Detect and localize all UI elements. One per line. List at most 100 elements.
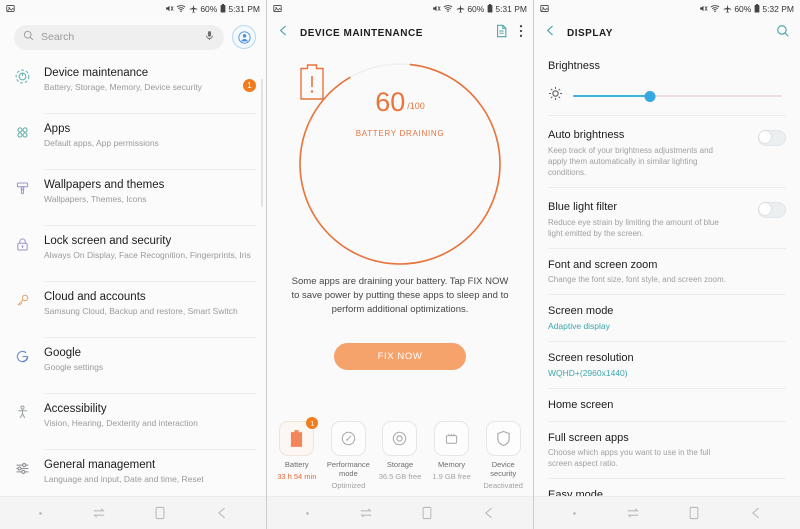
three-phone-screenshots: 60% 5:31 PM Search Device maintenance Ba…	[0, 0, 800, 529]
device-maintenance-body: 60/100 BATTERY DRAINING Some apps are dr…	[267, 49, 533, 496]
back-chevron-icon[interactable]	[544, 24, 557, 42]
tab-value: 33 h 54 min	[277, 472, 317, 481]
tab-battery[interactable]: 1 Battery 33 h 54 min	[273, 417, 321, 490]
settings-item-subtitle: Language and input, Date and time, Reset	[44, 474, 204, 484]
clock-1: 5:31 PM	[228, 3, 260, 14]
memory-chip-icon	[445, 433, 458, 444]
settings-item-subtitle: Default apps, App permissions	[44, 138, 159, 148]
lock-icon	[0, 234, 44, 253]
tab-icon-box[interactable]	[485, 421, 521, 456]
settings-list[interactable]: Device maintenance Battery, Storage, Mem…	[0, 57, 266, 496]
display-item-blue-light-filter[interactable]: Blue light filter Reduce eye strain by l…	[534, 187, 800, 248]
slider-knob[interactable]	[644, 90, 656, 102]
display-item-brightness[interactable]: Brightness	[534, 49, 800, 115]
tab-icon-box[interactable]	[434, 421, 470, 456]
overflow-menu-icon[interactable]	[519, 24, 523, 43]
recents-icon[interactable]	[626, 506, 640, 520]
home-icon[interactable]	[154, 506, 166, 520]
tab-label: Memory	[438, 460, 466, 469]
dot-indicator-icon[interactable]	[305, 511, 310, 516]
document-icon[interactable]	[495, 24, 508, 43]
display-item-screen-resolution[interactable]: Screen resolution WQHD+(2960x1440)	[534, 341, 800, 388]
back-icon[interactable]	[749, 506, 762, 520]
tab-value: 1.9 GB free	[432, 472, 471, 481]
airplane-mode-icon	[189, 4, 198, 13]
speedometer-icon	[341, 431, 356, 446]
tab-value: Optimized	[331, 481, 366, 490]
display-item-full-screen-apps[interactable]: Full screen apps Choose which apps you w…	[534, 421, 800, 478]
tab-performance-mode[interactable]: Performance mode Optimized	[324, 421, 372, 490]
search-placeholder: Search	[41, 31, 75, 43]
blue-light-filter-toggle[interactable]	[758, 202, 786, 218]
settings-item-apps[interactable]: Apps Default apps, App permissions	[0, 113, 266, 169]
home-icon[interactable]	[688, 506, 700, 520]
search-input[interactable]: Search	[14, 24, 224, 50]
section-title: Brightness	[548, 60, 600, 72]
sliders-icon	[0, 458, 44, 477]
recents-icon[interactable]	[359, 506, 373, 520]
battery-percent-3: 60%	[734, 3, 752, 14]
brightness-slider[interactable]	[573, 90, 782, 102]
device-maintenance-icon	[0, 66, 44, 85]
dot-indicator-icon[interactable]	[38, 511, 43, 516]
display-item-easy-mode[interactable]: Easy mode Turned off	[534, 478, 800, 496]
tab-label: Device security	[490, 460, 517, 478]
section-title: Screen resolution	[548, 352, 634, 364]
settings-item-accessibility[interactable]: Accessibility Vision, Hearing, Dexterity…	[0, 393, 266, 449]
battery-percent-1: 60%	[200, 3, 218, 14]
settings-item-lock-screen-and-security[interactable]: Lock screen and security Always On Displ…	[0, 225, 266, 281]
status-bar-2: 60% 5:31 PM	[267, 0, 533, 17]
tab-icon-box[interactable]: 1	[279, 417, 319, 456]
section-value: WQHD+(2960x1440)	[548, 368, 628, 378]
settings-item-google[interactable]: Google Google settings	[0, 337, 266, 393]
microphone-icon[interactable]	[204, 28, 215, 46]
settings-item-title: Google	[44, 347, 82, 359]
tab-value: 36.5 GB free	[378, 472, 422, 481]
display-settings-list[interactable]: Brightness Auto brightness Keep track of…	[534, 49, 800, 496]
tab-label: Battery	[284, 460, 309, 469]
section-value: Adaptive display	[548, 321, 610, 331]
settings-item-subtitle: Samsung Cloud, Backup and restore, Smart…	[44, 306, 238, 316]
wifi-icon	[710, 4, 720, 13]
tab-device-security[interactable]: Device security Deactivated	[479, 421, 527, 490]
display-item-home-screen[interactable]: Home screen	[534, 388, 800, 421]
tab-storage[interactable]: Storage 36.5 GB free	[376, 421, 424, 490]
settings-item-title: Apps	[44, 123, 71, 135]
settings-item-subtitle: Vision, Hearing, Dexterity and interacti…	[44, 418, 198, 428]
notification-badge: 1	[243, 78, 256, 92]
fix-now-button[interactable]: FIX NOW	[334, 343, 466, 370]
brightness-slider-row[interactable]	[548, 86, 786, 106]
tab-icon-box[interactable]	[330, 421, 366, 456]
tab-icon-box[interactable]	[382, 421, 418, 456]
tab-memory[interactable]: Memory 1.9 GB free	[428, 421, 476, 490]
toggle-knob	[759, 203, 771, 215]
back-icon[interactable]	[482, 506, 495, 520]
page-title: DISPLAY	[567, 27, 613, 39]
search-icon[interactable]	[776, 24, 790, 43]
app-bar-device-maintenance: DEVICE MAINTENANCE	[267, 17, 533, 49]
section-title: Auto brightness	[548, 129, 625, 141]
display-item-screen-mode[interactable]: Screen mode Adaptive display	[534, 294, 800, 341]
tab-value: Deactivated	[483, 481, 523, 490]
wifi-icon	[443, 4, 453, 13]
dot-indicator-icon[interactable]	[572, 511, 577, 516]
display-item-auto-brightness[interactable]: Auto brightness Keep track of your brigh…	[534, 115, 800, 187]
display-item-font-and-screen-zoom[interactable]: Font and screen zoom Change the font siz…	[534, 248, 800, 294]
airplane-mode-icon	[456, 4, 465, 13]
settings-item-general-management[interactable]: General management Language and input, D…	[0, 449, 266, 496]
mute-icon	[699, 4, 708, 13]
section-title: Font and screen zoom	[548, 259, 658, 271]
device-maintenance-screen: 60% 5:31 PM DEVICE MAINTENANCE 60 /100 B…	[267, 0, 534, 529]
back-chevron-icon[interactable]	[277, 24, 290, 42]
settings-item-cloud-and-accounts[interactable]: Cloud and accounts Samsung Cloud, Backup…	[0, 281, 266, 337]
settings-item-title: Device maintenance	[44, 67, 149, 79]
auto-brightness-toggle[interactable]	[758, 130, 786, 146]
account-avatar-icon[interactable]	[232, 25, 256, 49]
recents-icon[interactable]	[92, 506, 106, 520]
section-title: Home screen	[548, 399, 614, 411]
settings-item-device-maintenance[interactable]: Device maintenance Battery, Storage, Mem…	[0, 57, 266, 113]
settings-item-wallpapers-and-themes[interactable]: Wallpapers and themes Wallpapers, Themes…	[0, 169, 266, 225]
section-title: Full screen apps	[548, 432, 629, 444]
back-icon[interactable]	[215, 506, 228, 520]
home-icon[interactable]	[421, 506, 433, 520]
